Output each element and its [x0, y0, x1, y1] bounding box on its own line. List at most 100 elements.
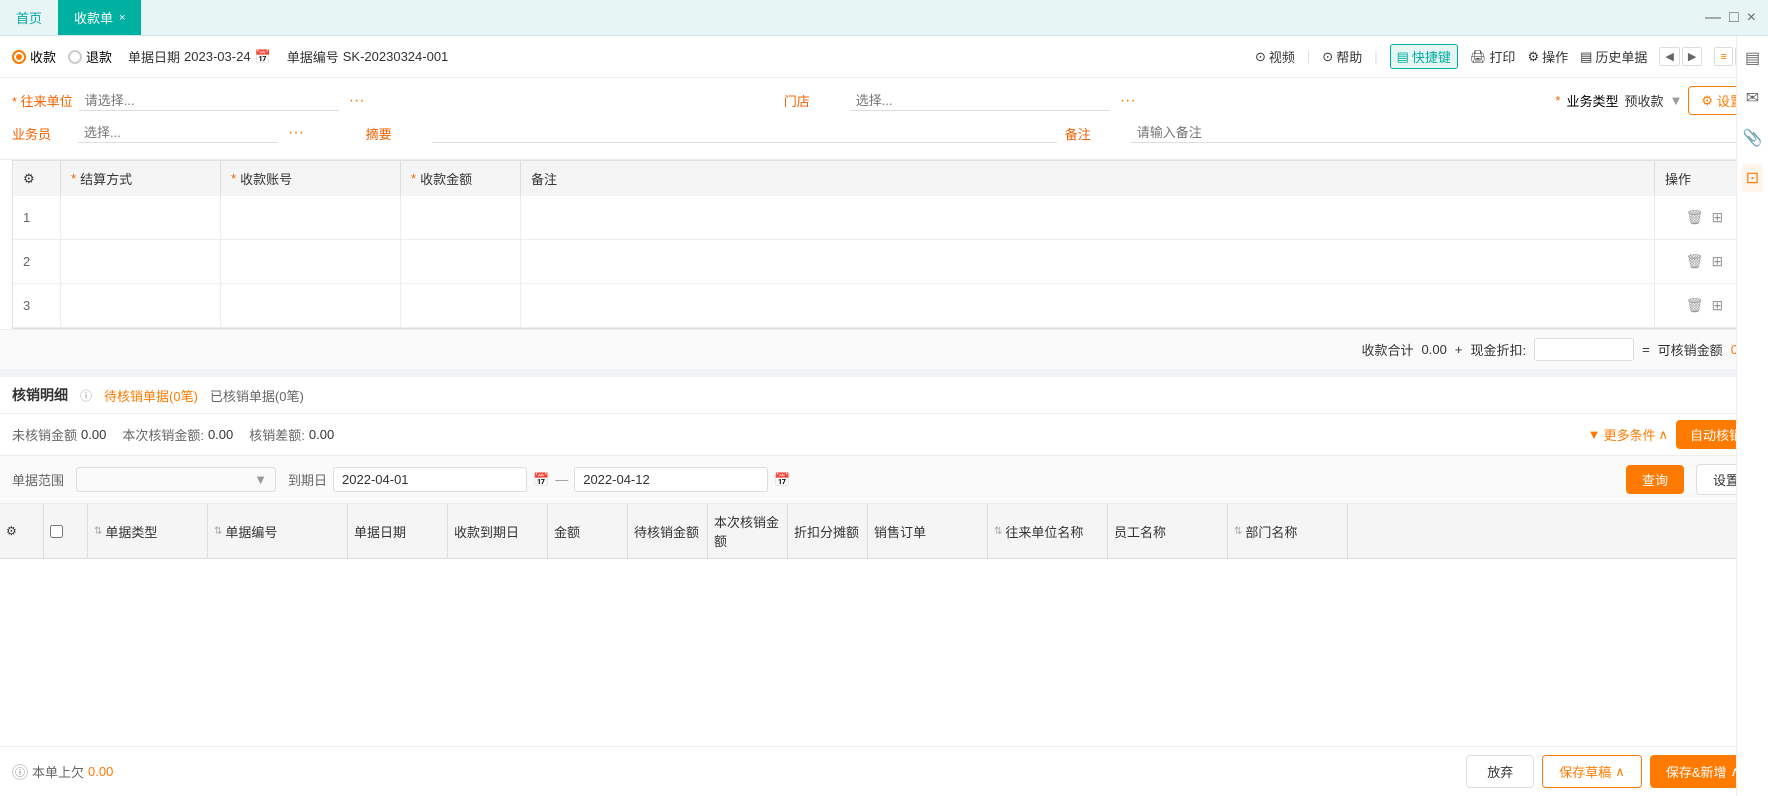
- th-account: * 收款账号: [221, 161, 401, 196]
- cash-discount-input[interactable]: [1534, 338, 1634, 361]
- discard-button[interactable]: 放弃: [1466, 755, 1534, 788]
- business-type-dropdown[interactable]: ▼: [1669, 93, 1682, 108]
- unit-input[interactable]: [79, 91, 339, 111]
- sidebar-clip-icon[interactable]: 📎: [1739, 124, 1767, 152]
- tab-close-icon[interactable]: ×: [119, 12, 125, 24]
- nuclear-stats: 未核销金额 0.00 本次核销金额: 0.00 核销差额: 0.00 ▼ 更多条…: [0, 414, 1768, 456]
- help-button[interactable]: ⊙ 帮助: [1322, 47, 1362, 66]
- staff-more-icon[interactable]: ···: [284, 124, 308, 142]
- calendar-from-icon[interactable]: 📅: [533, 472, 549, 488]
- staff-name-label: 员工名称: [1114, 522, 1166, 541]
- sidebar-email-icon[interactable]: ✉: [1742, 84, 1763, 112]
- sidebar-frame-icon[interactable]: ⊡: [1742, 164, 1763, 192]
- footer-right: 放弃 保存草稿 ∧ 保存&新增 ∧: [1466, 755, 1756, 788]
- row-3-amount[interactable]: [401, 284, 521, 327]
- receipt-radio[interactable]: 收款: [12, 47, 56, 66]
- sidebar-table-icon[interactable]: ▤: [1741, 44, 1764, 72]
- list-view-icon[interactable]: ≡: [1714, 47, 1732, 66]
- date-from-input[interactable]: [333, 467, 527, 492]
- bth-doc-date: 单据日期: [348, 504, 448, 558]
- row-3-account[interactable]: [221, 284, 401, 327]
- remark-group: 备注: [1065, 123, 1756, 143]
- uncancelled-stat: 未核销金额 0.00: [12, 425, 106, 444]
- save-draft-button[interactable]: 保存草稿 ∧: [1542, 755, 1642, 788]
- calendar-icon[interactable]: 📅: [255, 49, 271, 65]
- main-wrapper: 收款 退款 单据日期 2023-03-24 📅 单据编号 SK-20230324…: [0, 36, 1768, 796]
- minimize-button[interactable]: —: [1705, 9, 1721, 27]
- info-icon[interactable]: ⓘ: [80, 387, 92, 404]
- amount-col-label: 金额: [554, 522, 580, 541]
- unit-more-icon[interactable]: ···: [345, 92, 369, 110]
- th-gear[interactable]: ⚙: [13, 161, 61, 196]
- row-1-amount[interactable]: [401, 196, 521, 239]
- date-separator: —: [555, 472, 568, 487]
- row-2-settlement[interactable]: [61, 240, 221, 283]
- diff-stat: 核销差额: 0.00: [249, 425, 334, 444]
- row-1-account[interactable]: [221, 196, 401, 239]
- summary-input[interactable]: [432, 123, 1057, 143]
- row-3-remark[interactable]: [521, 284, 1655, 327]
- dept-name-label: 部门名称: [1245, 522, 1297, 541]
- th-remark: 备注: [521, 161, 1655, 196]
- store-input[interactable]: [850, 91, 1110, 111]
- row-3-copy-icon[interactable]: ⊞: [1712, 297, 1724, 314]
- done-badge[interactable]: 已核销单据(0笔): [210, 386, 304, 405]
- row-1-settlement[interactable]: [61, 196, 221, 239]
- tab-home[interactable]: 首页: [0, 0, 58, 35]
- staff-input[interactable]: [78, 123, 278, 143]
- nav-next[interactable]: ▶: [1682, 47, 1702, 66]
- diff-value: 0.00: [309, 427, 334, 442]
- draft-label: 保存草稿: [1559, 762, 1611, 781]
- date-value: 2023-03-24: [184, 49, 251, 64]
- range-select[interactable]: ▼: [76, 467, 276, 492]
- store-more-icon[interactable]: ···: [1116, 92, 1140, 110]
- row-2-account[interactable]: [221, 240, 401, 283]
- date-to-input[interactable]: [574, 467, 768, 492]
- filter-icon: ▼: [1588, 427, 1601, 442]
- history-label: 历史单据: [1595, 47, 1647, 66]
- shortcut-button[interactable]: ▤ 快捷键: [1390, 44, 1458, 69]
- bth-unit-name: ⇅ 往来单位名称: [988, 504, 1108, 558]
- bth-amount: 金额: [548, 504, 628, 558]
- close-button[interactable]: ×: [1747, 9, 1756, 27]
- operation-button[interactable]: ⚙ 操作: [1527, 47, 1568, 66]
- tab-current[interactable]: 收款单 ×: [58, 0, 141, 35]
- print-button[interactable]: 🖨 打印: [1470, 47, 1516, 66]
- row-2-remark[interactable]: [521, 240, 1655, 283]
- select-all-checkbox[interactable]: [50, 525, 63, 538]
- pending-badge[interactable]: 待核销单据(0笔): [104, 386, 198, 405]
- bth-checkbox[interactable]: [44, 504, 88, 558]
- more-conditions-button[interactable]: ▼ 更多条件 ∧: [1588, 425, 1668, 444]
- bth-doc-type: ⇅ 单据类型: [88, 504, 208, 558]
- footer-label: 本单上欠: [32, 762, 84, 781]
- collection-label: 收款合计: [1362, 340, 1414, 359]
- row-3-settlement[interactable]: [61, 284, 221, 327]
- bth-gear[interactable]: ⚙: [0, 504, 44, 558]
- bth-dept-name: ⇅ 部门名称: [1228, 504, 1348, 558]
- video-button[interactable]: ⊙ 视频: [1255, 47, 1295, 66]
- refund-label: 退款: [86, 47, 112, 66]
- row-1-remark[interactable]: [521, 196, 1655, 239]
- maximize-button[interactable]: □: [1729, 9, 1739, 27]
- calendar-to-icon[interactable]: 📅: [774, 472, 790, 488]
- sort-icon: ⇅: [94, 526, 102, 537]
- remark-input[interactable]: [1131, 123, 1756, 143]
- query-button[interactable]: 查询: [1626, 465, 1684, 494]
- remark-col-label: 备注: [531, 169, 557, 188]
- nav-prev[interactable]: ◀: [1659, 47, 1679, 66]
- refund-radio[interactable]: 退款: [68, 47, 112, 66]
- row-3-delete-icon[interactable]: 🗑: [1686, 297, 1704, 314]
- row-1-copy-icon[interactable]: ⊞: [1712, 209, 1724, 226]
- date-range: 到期日 📅 — 📅: [288, 467, 790, 492]
- shortcut-label: 快捷键: [1412, 47, 1451, 66]
- row-1-delete-icon[interactable]: 🗑: [1686, 209, 1704, 226]
- doc-type-label: 单据类型: [105, 522, 157, 541]
- current-tab-label: 收款单: [74, 8, 113, 27]
- business-type-value: 预收款: [1624, 91, 1663, 110]
- home-tab-label: 首页: [16, 8, 42, 27]
- nuclear-section: 核销明细 ⓘ 待核销单据(0笔) 已核销单据(0笔) 未核销金额 0.00 本次…: [0, 377, 1768, 746]
- history-button[interactable]: ▤ 历史单据: [1580, 47, 1647, 66]
- row-2-amount[interactable]: [401, 240, 521, 283]
- row-2-copy-icon[interactable]: ⊞: [1712, 253, 1724, 270]
- row-2-delete-icon[interactable]: 🗑: [1686, 253, 1704, 270]
